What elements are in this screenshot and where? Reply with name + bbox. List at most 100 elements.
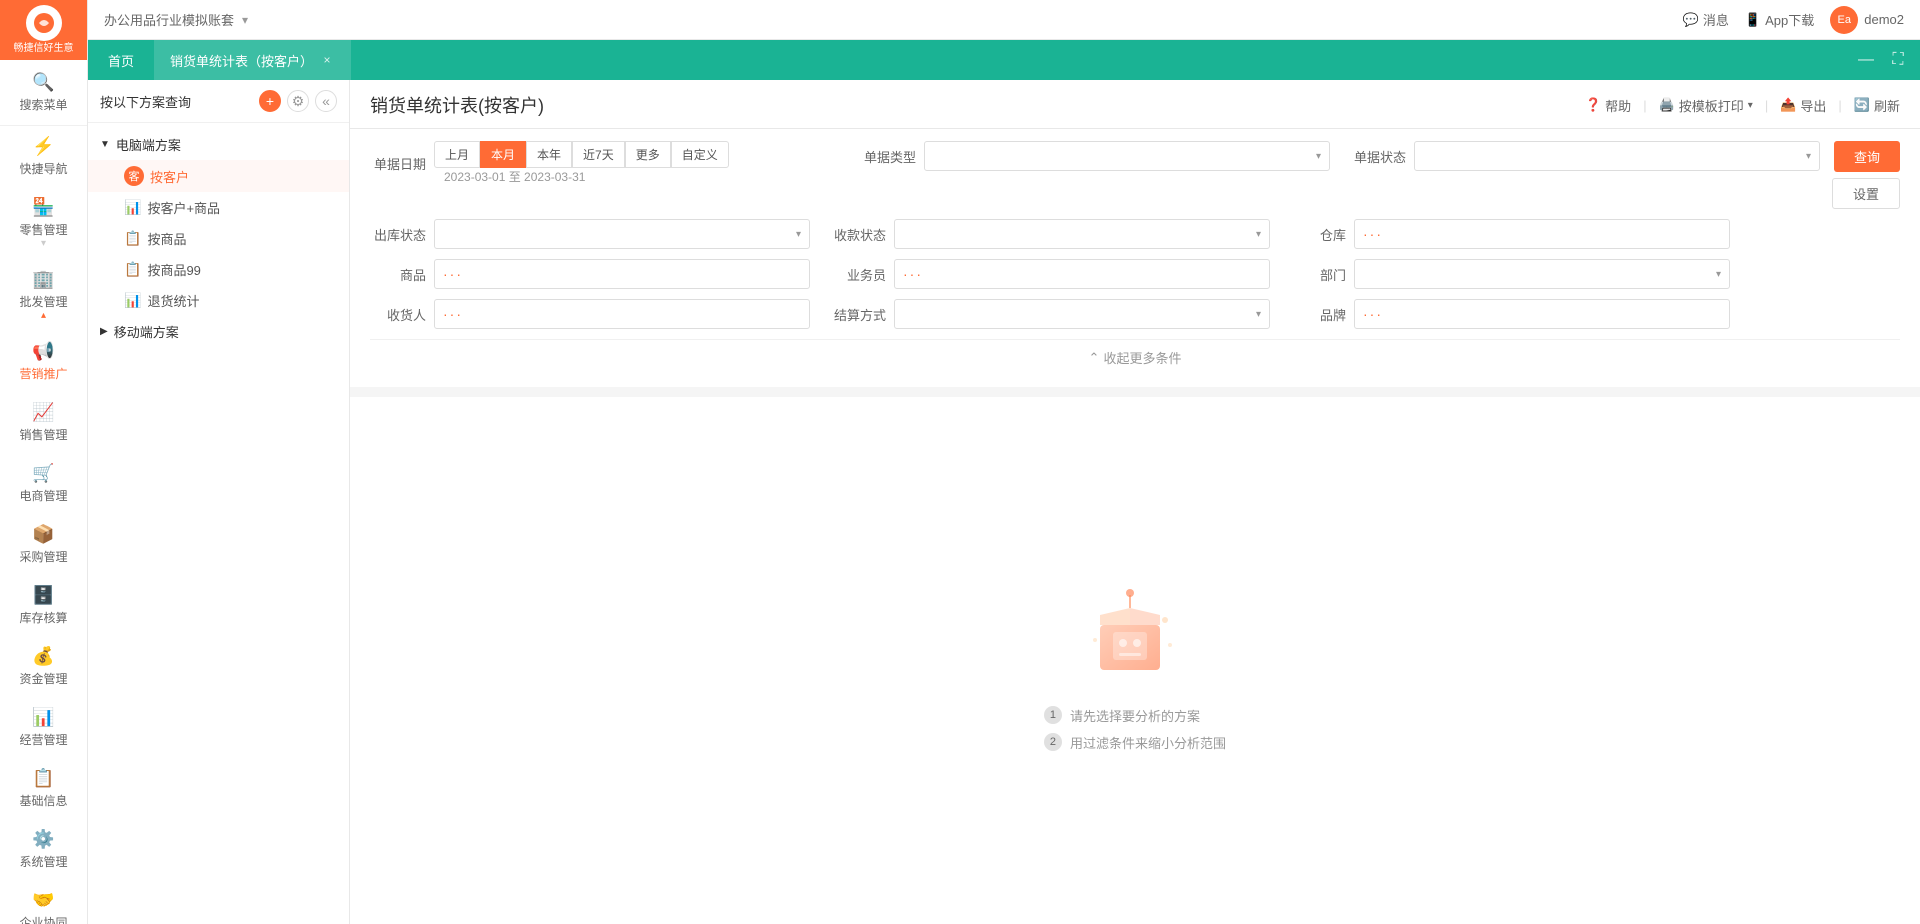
search-label: 搜索菜单 — [19, 96, 67, 113]
receiver-select[interactable]: ··· — [434, 299, 810, 329]
print-btn[interactable]: 🖨️ 按模板打印 ▾ — [1659, 96, 1753, 115]
print-label: 按模板打印 — [1679, 96, 1744, 115]
collapse-panel-btn[interactable]: « — [315, 90, 337, 112]
date-btn-more[interactable]: 更多 — [625, 141, 671, 168]
settings-btn[interactable]: 设置 — [1832, 178, 1900, 209]
date-btn-this-month[interactable]: 本月 — [480, 141, 526, 168]
empty-tip-2: 2 用过滤条件来缩小分析范围 — [1044, 733, 1226, 752]
system-label: 系统管理 — [19, 853, 67, 870]
tab-maximize-btn[interactable]: ⛶ — [1886, 48, 1910, 72]
date-filter-label: 单据日期 — [370, 154, 434, 173]
sidebar-subtitle: 畅捷信好生意 — [14, 43, 74, 55]
username: demo2 — [1864, 12, 1904, 27]
prod99-icon: 📋 — [124, 261, 141, 278]
settings-scheme-btn[interactable]: ⚙ — [287, 90, 309, 112]
brand-dots: ··· — [1363, 306, 1383, 322]
sidebar-item-basic[interactable]: 📋 基础信息 — [0, 758, 88, 819]
sidebar-item-operations[interactable]: 📊 经营管理 — [0, 697, 88, 758]
date-btn-custom[interactable]: 自定义 — [671, 141, 729, 168]
scheme-item-customer[interactable]: 客 按客户 — [88, 160, 349, 192]
purchase-icon: 📦 — [32, 524, 54, 545]
left-panel: 按以下方案查询 + ⚙ « ▼ 电脑端方案 — [88, 80, 350, 924]
settings-icon: ⚙ — [292, 93, 305, 110]
out-status-select[interactable] — [434, 219, 810, 249]
quick-nav-icon: ⚡ — [32, 136, 54, 157]
help-label: 帮助 — [1605, 96, 1631, 115]
system-icon: ⚙️ — [32, 829, 54, 850]
scheme-item-customer-product[interactable]: 📊 按客户+商品 — [88, 192, 349, 223]
collapse-more-btn[interactable]: ⌃ 收起更多条件 — [370, 339, 1900, 375]
left-panel-title: 按以下方案查询 — [100, 92, 191, 111]
tab-home[interactable]: 首页 — [88, 40, 154, 80]
department-label: 部门 — [1290, 265, 1354, 284]
salesperson-dots: ··· — [903, 266, 923, 282]
doc-status-arrow — [1806, 151, 1811, 162]
finance-label: 资金管理 — [19, 670, 67, 687]
scheme-item-label: 按客户 — [150, 167, 189, 186]
doc-type-select[interactable] — [924, 141, 1330, 171]
date-btn-7days[interactable]: 近7天 — [572, 141, 625, 168]
app-download-btn[interactable]: 📱 App下载 — [1745, 10, 1814, 29]
export-btn[interactable]: 📤 导出 — [1780, 96, 1826, 115]
help-icon: ❓ — [1585, 97, 1601, 113]
scheme-item-product[interactable]: 📋 按商品 — [88, 223, 349, 254]
divider3: | — [1838, 98, 1841, 113]
sidebar-item-retail[interactable]: 🏪 零售管理 ▾ — [0, 187, 88, 259]
tab-sales-stats[interactable]: 销货单统计表（按客户） × — [154, 40, 351, 80]
scheme-item-return[interactable]: 📊 退货统计 — [88, 285, 349, 316]
desktop-scheme-group: ▼ 电脑端方案 客 按客户 📊 按客户+商品 📋 按商品 — [88, 129, 349, 316]
cp-icon: 📊 — [124, 199, 141, 216]
department-select[interactable] — [1354, 259, 1730, 289]
sidebar-item-marketing[interactable]: 📢 营销推广 — [0, 331, 88, 392]
main-area: 办公用品行业模拟账套 ▾ 💬 消息 📱 App下载 Ea demo2 首页 — [88, 0, 1920, 924]
return-icon: 📊 — [124, 292, 141, 309]
desktop-scheme-title[interactable]: ▼ 电脑端方案 — [88, 129, 349, 160]
date-btn-this-year[interactable]: 本年 — [526, 141, 572, 168]
scheme-item-product99[interactable]: 📋 按商品99 — [88, 254, 349, 285]
divider1: | — [1643, 98, 1646, 113]
tab-minimize-btn[interactable]: — — [1854, 48, 1878, 72]
right-content: 销货单统计表(按客户) ❓ 帮助 | 🖨️ 按模板打印 ▾ | 📤 — [350, 80, 1920, 924]
tab-bar: 首页 销货单统计表（按客户） × — ⛶ — [88, 40, 1920, 80]
workspace-name: 办公用品行业模拟账套 — [104, 10, 234, 29]
refresh-btn[interactable]: 🔄 刷新 — [1854, 96, 1900, 115]
product-select[interactable]: ··· — [434, 259, 810, 289]
brand-select[interactable]: ··· — [1354, 299, 1730, 329]
message-btn[interactable]: 💬 消息 — [1683, 10, 1729, 29]
sidebar-item-purchase[interactable]: 📦 采购管理 — [0, 514, 88, 575]
marketing-icon: 📢 — [32, 341, 54, 362]
sidebar-item-sales[interactable]: 📈 销售管理 — [0, 392, 88, 453]
avatar-text: Ea — [1838, 14, 1851, 26]
sidebar-item-quick-nav[interactable]: ⚡ 快捷导航 — [0, 126, 88, 187]
sidebar-item-wholesale[interactable]: 🏢 批发管理 ▴ — [0, 259, 88, 331]
sidebar-search[interactable]: 🔍 搜索菜单 — [0, 60, 88, 126]
add-scheme-btn[interactable]: + — [259, 90, 281, 112]
search-icon: 🔍 — [32, 72, 54, 93]
brand-label: 品牌 — [1290, 305, 1354, 324]
sidebar-item-finance[interactable]: 💰 资金管理 — [0, 636, 88, 697]
salesperson-select[interactable]: ··· — [894, 259, 1270, 289]
date-btn-last-month[interactable]: 上月 — [434, 141, 480, 168]
retail-label: 零售管理 — [19, 221, 67, 238]
marketing-label: 营销推广 — [19, 365, 67, 382]
user-profile[interactable]: Ea demo2 — [1830, 6, 1904, 34]
receiver-dots: ··· — [443, 306, 463, 322]
app-download-label: App下载 — [1765, 10, 1814, 29]
ecommerce-label: 电商管理 — [19, 487, 67, 504]
warehouse-select[interactable]: ··· — [1354, 219, 1730, 249]
query-btn[interactable]: 查询 — [1834, 141, 1900, 172]
sidebar-item-system[interactable]: ⚙️ 系统管理 — [0, 819, 88, 880]
help-btn[interactable]: ❓ 帮助 — [1585, 96, 1631, 115]
sidebar-item-ecommerce[interactable]: 🛒 电商管理 — [0, 453, 88, 514]
sidebar-item-inventory[interactable]: 🗄️ 库存核算 — [0, 575, 88, 636]
prod99-label: 按商品99 — [147, 260, 200, 279]
out-status-arrow — [796, 229, 801, 240]
payment-method-select[interactable] — [894, 299, 1270, 329]
doc-status-select[interactable] — [1414, 141, 1820, 171]
enterprise-icon: 🤝 — [32, 890, 54, 911]
mobile-scheme-title[interactable]: ▶ 移动端方案 — [88, 316, 349, 347]
sidebar-item-enterprise[interactable]: 🤝 企业协同 — [0, 880, 88, 924]
receipt-status-select[interactable] — [894, 219, 1270, 249]
empty-state: 1 请先选择要分析的方案 2 用过滤条件来缩小分析范围 — [350, 397, 1920, 924]
tab-close-btn[interactable]: × — [319, 52, 335, 68]
